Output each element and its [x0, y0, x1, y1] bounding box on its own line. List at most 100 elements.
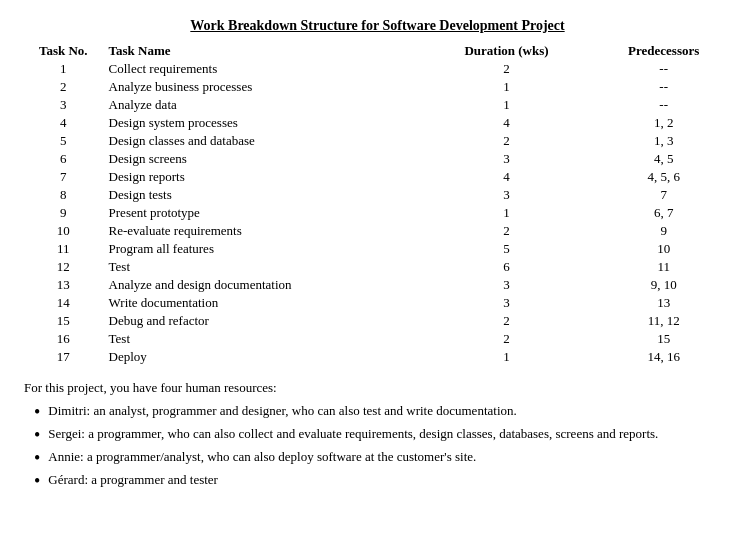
- table-row: 14Write documentation313: [24, 294, 731, 312]
- cell-pred: --: [596, 60, 731, 78]
- header-pred: Predecessors: [596, 42, 731, 60]
- table-row: 15Debug and refactor211, 12: [24, 312, 731, 330]
- table-row: 8Design tests37: [24, 186, 731, 204]
- table-row: 1Collect requirements2--: [24, 60, 731, 78]
- cell-taskno: 7: [24, 168, 103, 186]
- list-item: • Dimitri: an analyst, programmer and des…: [34, 402, 731, 421]
- cell-taskname: Design system processes: [103, 114, 417, 132]
- bullet-icon: •: [34, 426, 40, 444]
- table-row: 6Design screens34, 5: [24, 150, 731, 168]
- cell-taskno: 14: [24, 294, 103, 312]
- table-row: 9Present prototype16, 7: [24, 204, 731, 222]
- cell-taskname: Present prototype: [103, 204, 417, 222]
- table-row: 7Design reports44, 5, 6: [24, 168, 731, 186]
- cell-taskno: 11: [24, 240, 103, 258]
- cell-taskname: Deploy: [103, 348, 417, 366]
- resources-intro: For this project, you have four human re…: [24, 380, 731, 396]
- cell-duration: 2: [417, 132, 597, 150]
- cell-duration: 2: [417, 60, 597, 78]
- cell-pred: 9: [596, 222, 731, 240]
- resources-list: • Dimitri: an analyst, programmer and des…: [24, 402, 731, 490]
- header-duration: Duration (wks): [417, 42, 597, 60]
- cell-duration: 1: [417, 78, 597, 96]
- cell-taskno: 15: [24, 312, 103, 330]
- cell-duration: 2: [417, 312, 597, 330]
- header-taskname: Task Name: [103, 42, 417, 60]
- table-row: 16Test215: [24, 330, 731, 348]
- cell-pred: 15: [596, 330, 731, 348]
- wbs-table: Task No. Task Name Duration (wks) Predec…: [24, 42, 731, 366]
- table-row: 11Program all features510: [24, 240, 731, 258]
- cell-duration: 3: [417, 294, 597, 312]
- list-item: • Sergei: a programmer, who can also coll…: [34, 425, 731, 444]
- cell-duration: 3: [417, 276, 597, 294]
- cell-taskname: Test: [103, 330, 417, 348]
- table-row: 13Analyze and design documentation39, 10: [24, 276, 731, 294]
- resources-section: For this project, you have four human re…: [24, 380, 731, 490]
- table-row: 10Re-evaluate requirements29: [24, 222, 731, 240]
- cell-duration: 5: [417, 240, 597, 258]
- cell-pred: --: [596, 96, 731, 114]
- cell-duration: 3: [417, 186, 597, 204]
- table-row: 2Analyze business processes1--: [24, 78, 731, 96]
- cell-duration: 2: [417, 330, 597, 348]
- cell-taskno: 3: [24, 96, 103, 114]
- cell-taskno: 1: [24, 60, 103, 78]
- cell-taskname: Design screens: [103, 150, 417, 168]
- cell-taskno: 13: [24, 276, 103, 294]
- list-item-text: Sergei: a programmer, who can also colle…: [48, 425, 658, 444]
- cell-taskno: 10: [24, 222, 103, 240]
- table-row: 5Design classes and database21, 3: [24, 132, 731, 150]
- table-row: 4Design system processes41, 2: [24, 114, 731, 132]
- bullet-icon: •: [34, 403, 40, 421]
- cell-taskno: 6: [24, 150, 103, 168]
- cell-taskno: 4: [24, 114, 103, 132]
- header-taskno: Task No.: [24, 42, 103, 60]
- cell-duration: 1: [417, 348, 597, 366]
- cell-duration: 1: [417, 204, 597, 222]
- cell-pred: 13: [596, 294, 731, 312]
- cell-taskname: Write documentation: [103, 294, 417, 312]
- cell-pred: 4, 5, 6: [596, 168, 731, 186]
- cell-duration: 2: [417, 222, 597, 240]
- cell-pred: 14, 16: [596, 348, 731, 366]
- cell-pred: 10: [596, 240, 731, 258]
- bullet-icon: •: [34, 472, 40, 490]
- cell-pred: 1, 2: [596, 114, 731, 132]
- cell-taskname: Program all features: [103, 240, 417, 258]
- list-item-text: Dimitri: an analyst, programmer and desi…: [48, 402, 516, 421]
- cell-taskno: 17: [24, 348, 103, 366]
- table-row: 12Test611: [24, 258, 731, 276]
- cell-taskname: Design reports: [103, 168, 417, 186]
- list-item: • Annie: a programmer/analyst, who can al…: [34, 448, 731, 467]
- cell-pred: 7: [596, 186, 731, 204]
- cell-taskname: Analyze business processes: [103, 78, 417, 96]
- cell-taskno: 9: [24, 204, 103, 222]
- list-item-text: Gérard: a programmer and tester: [48, 471, 218, 490]
- cell-taskname: Analyze data: [103, 96, 417, 114]
- cell-taskno: 5: [24, 132, 103, 150]
- cell-taskname: Re-evaluate requirements: [103, 222, 417, 240]
- list-item-text: Annie: a programmer/analyst, who can als…: [48, 448, 476, 467]
- cell-pred: 9, 10: [596, 276, 731, 294]
- bullet-icon: •: [34, 449, 40, 467]
- cell-duration: 6: [417, 258, 597, 276]
- cell-taskno: 2: [24, 78, 103, 96]
- cell-taskname: Design tests: [103, 186, 417, 204]
- cell-taskno: 16: [24, 330, 103, 348]
- page-title: Work Breakdown Structure for Software De…: [24, 18, 731, 34]
- cell-taskname: Analyze and design documentation: [103, 276, 417, 294]
- cell-pred: --: [596, 78, 731, 96]
- cell-duration: 4: [417, 168, 597, 186]
- cell-duration: 1: [417, 96, 597, 114]
- table-row: 3Analyze data1--: [24, 96, 731, 114]
- cell-pred: 4, 5: [596, 150, 731, 168]
- list-item: • Gérard: a programmer and tester: [34, 471, 731, 490]
- cell-taskname: Test: [103, 258, 417, 276]
- cell-taskno: 12: [24, 258, 103, 276]
- cell-taskname: Debug and refactor: [103, 312, 417, 330]
- cell-taskname: Design classes and database: [103, 132, 417, 150]
- cell-duration: 3: [417, 150, 597, 168]
- cell-pred: 11: [596, 258, 731, 276]
- cell-pred: 6, 7: [596, 204, 731, 222]
